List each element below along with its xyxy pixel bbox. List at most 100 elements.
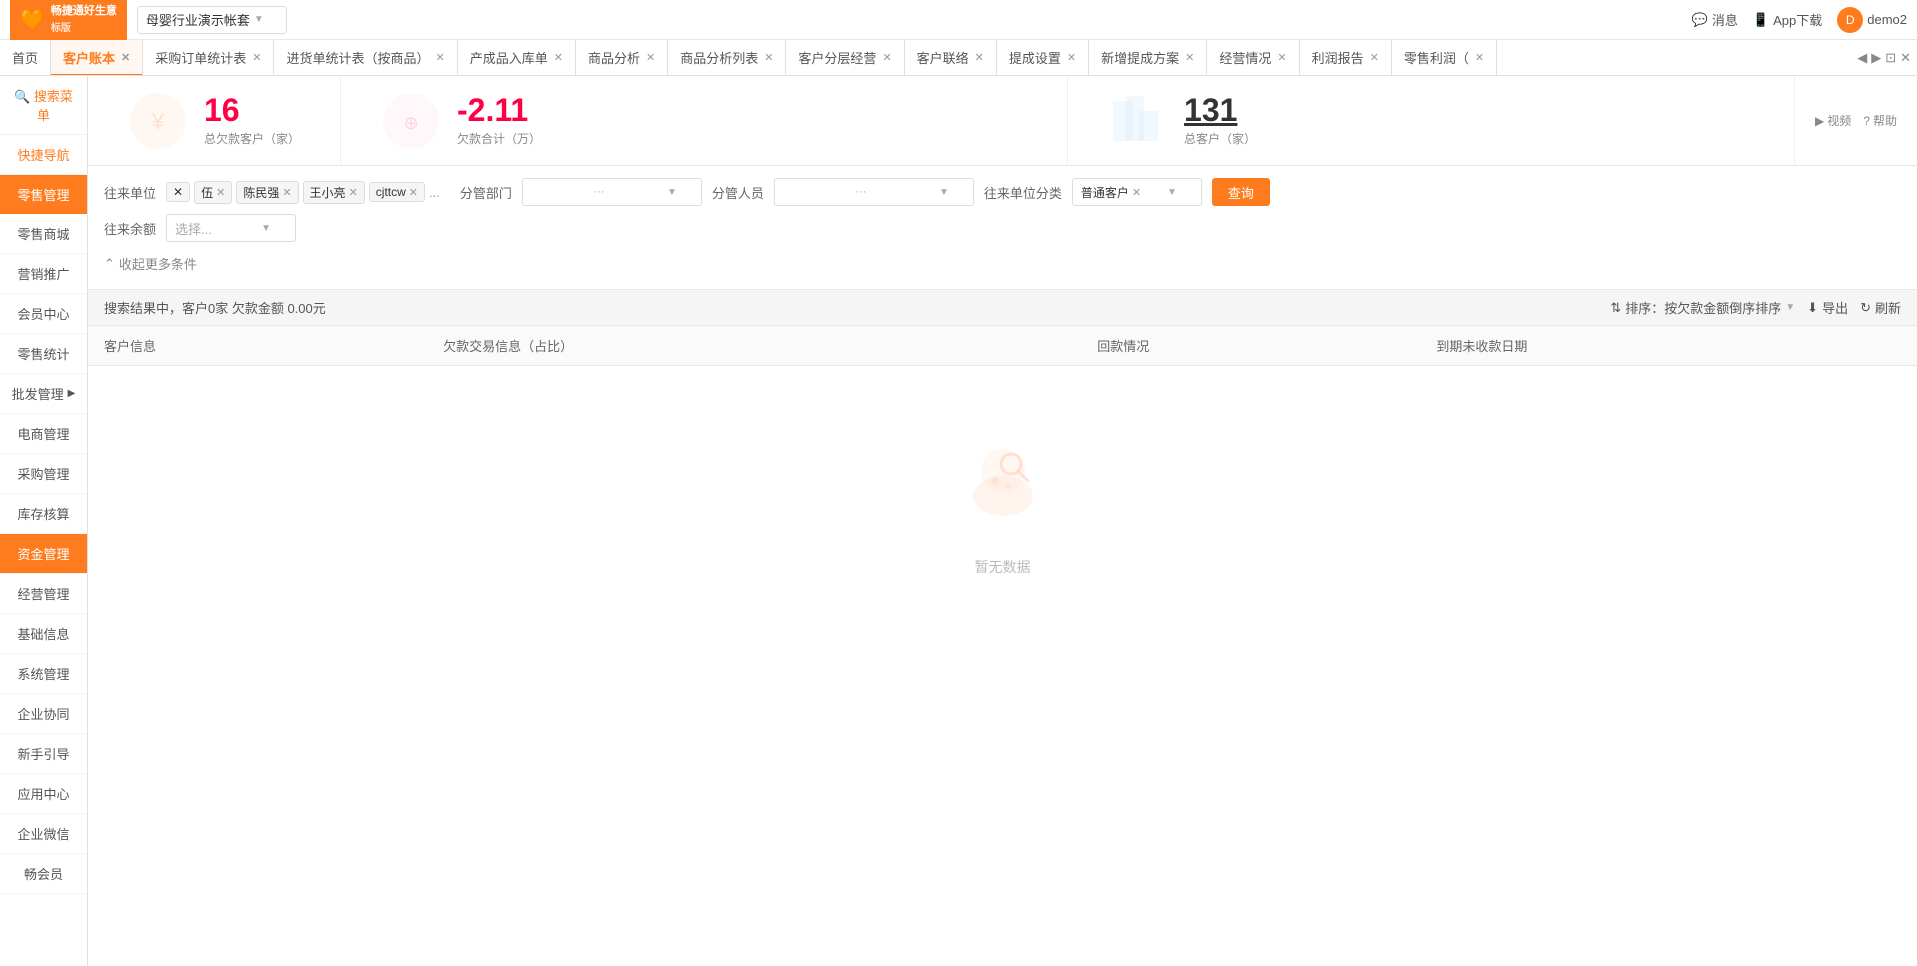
tab-product-analysis-list[interactable]: 商品分析列表 ✕ [668, 40, 786, 76]
filter-tag-chen-close[interactable]: ✕ [282, 186, 291, 199]
filter-unit-class-select[interactable]: 普通客户 ✕ ▼ [1072, 178, 1202, 206]
tab-customer-tier[interactable]: 客户分层经营 ✕ [786, 40, 904, 76]
sidebar-item-basic-info-label: 基础信息 [17, 624, 69, 643]
tab-product-analysis-list-close[interactable]: ✕ [764, 51, 773, 64]
sort-icon: ⇅ [1610, 300, 1621, 316]
sidebar-item-marketing[interactable]: 营销推广 [0, 254, 87, 294]
sidebar-item-inventory-check[interactable]: 库存核算 [0, 494, 87, 534]
app-download-button[interactable]: 📱 App下载 [1753, 10, 1822, 29]
tab-retail-profit[interactable]: 零售利润（ ✕ [1392, 40, 1497, 76]
tab-customer-tier-close[interactable]: ✕ [882, 51, 891, 64]
sidebar-search[interactable]: 🔍 搜索菜单 [0, 76, 87, 135]
tab-inbound-stats[interactable]: 进货单统计表（按商品） ✕ [274, 40, 457, 76]
tab-operation-status-close[interactable]: ✕ [1277, 51, 1286, 64]
query-button[interactable]: 查询 [1212, 178, 1270, 206]
tab-promo-settings[interactable]: 提成设置 ✕ [997, 40, 1089, 76]
filter-balance-select[interactable]: 选择... ▼ [166, 214, 296, 242]
tab-inbound-stats-close[interactable]: ✕ [436, 51, 445, 64]
tab-profit-report-close[interactable]: ✕ [1370, 51, 1379, 64]
message-icon: 💬 [1692, 12, 1708, 28]
filter-person-select[interactable]: ··· ▼ [774, 178, 974, 206]
tab-customer-book[interactable]: 客户账本 ✕ [51, 40, 143, 76]
stats-row: ¥ 16 总欠款客户（家） ⊕ -2.11 欠款合计 [88, 76, 1917, 166]
top-bar: 🧡 畅捷通好生意 标版 母婴行业演示帐套 ▼ 💬 消息 📱 App下载 D de… [0, 0, 1917, 40]
filter-row-1: 往来单位 ✕ 伍 ✕ 陈民强 ✕ 王小亮 ✕ [104, 178, 1901, 206]
tab-purchase-order[interactable]: 采购订单统计表 ✕ [143, 40, 274, 76]
nav-close-all-icon[interactable]: ✕ [1900, 50, 1911, 66]
tab-retail-profit-close[interactable]: ✕ [1475, 51, 1484, 64]
sort-select[interactable]: ⇅ 排序：按欠款金额倒序排序 ▼ [1610, 298, 1795, 317]
filter-dept-select[interactable]: ··· ▼ [522, 178, 702, 206]
filter-tag-wu-close[interactable]: ✕ [216, 186, 225, 199]
tab-profit-report-label: 利润报告 [1312, 48, 1364, 67]
filter-tag-normal-customer-close[interactable]: ✕ [1132, 186, 1141, 199]
filter-more-button[interactable]: ... [429, 185, 440, 200]
collapse-button[interactable]: ⌃ 收起更多条件 [104, 250, 1901, 277]
nav-next-icon[interactable]: ▶ [1871, 50, 1881, 66]
tab-customer-contact[interactable]: 客户联络 ✕ [905, 40, 997, 76]
filter-tag-wang[interactable]: 王小亮 ✕ [303, 181, 365, 204]
sidebar-item-finance-mgmt[interactable]: 资金管理 [0, 534, 87, 574]
tab-product-inbound-close[interactable]: ✕ [554, 51, 563, 64]
sidebar-quick-nav[interactable]: 快捷导航 [0, 135, 87, 175]
sidebar-item-retail-stats[interactable]: 零售统计 [0, 334, 87, 374]
refresh-button[interactable]: ↻ 刷新 [1860, 298, 1901, 317]
sidebar-item-smooth-member[interactable]: 畅会员 [0, 854, 87, 894]
sidebar-item-app-center[interactable]: 应用中心 [0, 774, 87, 814]
nav-expand-icon[interactable]: ⊡ [1885, 50, 1896, 66]
tab-customer-book-close[interactable]: ✕ [121, 51, 130, 64]
filter-tag-normal-customer[interactable]: 普通客户 ✕ [1081, 184, 1141, 201]
sidebar-item-system-mgmt[interactable]: 系统管理 [0, 654, 87, 694]
logo-area: 🧡 畅捷通好生意 标版 [10, 0, 127, 40]
sidebar-item-enterprise-collab[interactable]: 企业协同 [0, 694, 87, 734]
filter-balance-placeholder: 选择... [175, 219, 212, 238]
tab-product-analysis-close[interactable]: ✕ [646, 51, 655, 64]
message-button[interactable]: 💬 消息 [1692, 10, 1738, 29]
sidebar-item-new-guide[interactable]: 新手引导 [0, 734, 87, 774]
filter-dept-label: 分管部门 [460, 183, 512, 202]
sidebar: 🔍 搜索菜单 快捷导航 零售管理 零售商城 营销推广 会员中心 零售统计 批发管… [0, 76, 88, 966]
sidebar-item-retail-mall[interactable]: 零售商城 [0, 214, 87, 254]
filter-tag-chen[interactable]: 陈民强 ✕ [236, 181, 298, 204]
tab-operation-status[interactable]: 经营情况 ✕ [1207, 40, 1299, 76]
sidebar-item-operations-mgmt[interactable]: 经营管理 [0, 574, 87, 614]
tab-new-promo[interactable]: 新增提成方案 ✕ [1089, 40, 1207, 76]
filter-balance-label: 往来余额 [104, 219, 156, 238]
sidebar-item-basic-info[interactable]: 基础信息 [0, 614, 87, 654]
sidebar-item-wholesale-mgmt[interactable]: 批发管理 ▶ [0, 374, 87, 414]
sidebar-item-member-center[interactable]: 会员中心 [0, 294, 87, 334]
tab-inbound-stats-label: 进货单统计表（按商品） [286, 48, 429, 67]
store-selector[interactable]: 母婴行业演示帐套 ▼ [137, 6, 287, 34]
customers-icon: ¥ [128, 91, 188, 151]
tab-home[interactable]: 首页 [0, 40, 51, 76]
filter-tag-wang-close[interactable]: ✕ [349, 186, 358, 199]
sidebar-item-ecommerce-mgmt[interactable]: 电商管理 [0, 414, 87, 454]
export-button[interactable]: ⬇ 导出 [1807, 298, 1848, 317]
sidebar-item-retail-mall-label: 零售商城 [17, 224, 69, 243]
col-customer-info: 客户信息 [88, 326, 427, 366]
user-profile[interactable]: D demo2 [1837, 7, 1907, 33]
tab-product-inbound[interactable]: 产成品入库单 ✕ [458, 40, 576, 76]
app-download-label: App下载 [1773, 10, 1822, 29]
empty-state: 暂无数据 [88, 366, 1917, 637]
nav-prev-icon[interactable]: ◀ [1857, 50, 1867, 66]
filter-tag-cjttcw-close[interactable]: ✕ [409, 186, 418, 199]
logo-text: 畅捷通好生意 [51, 5, 117, 18]
filter-tag-cjttcw[interactable]: cjttcw ✕ [369, 182, 425, 202]
search-icon: 🔍 [14, 89, 30, 104]
refresh-icon: ↻ [1860, 300, 1871, 316]
video-button[interactable]: ▶ 视频 [1815, 112, 1851, 129]
sidebar-item-purchase-mgmt[interactable]: 采购管理 [0, 454, 87, 494]
tab-promo-settings-close[interactable]: ✕ [1067, 51, 1076, 64]
sidebar-item-enterprise-wechat[interactable]: 企业微信 [0, 814, 87, 854]
tab-customer-contact-close[interactable]: ✕ [975, 51, 984, 64]
tab-purchase-order-close[interactable]: ✕ [252, 51, 261, 64]
filter-tag-wu[interactable]: 伍 ✕ [194, 181, 232, 204]
tab-profit-report[interactable]: 利润报告 ✕ [1300, 40, 1392, 76]
tab-new-promo-close[interactable]: ✕ [1185, 51, 1194, 64]
help-button[interactable]: ? 帮助 [1863, 112, 1897, 129]
tab-product-analysis[interactable]: 商品分析 ✕ [576, 40, 668, 76]
video-label: 视频 [1827, 112, 1851, 129]
filter-tag-x: ✕ [166, 182, 190, 202]
filter-unit-class-label: 往来单位分类 [984, 183, 1062, 202]
